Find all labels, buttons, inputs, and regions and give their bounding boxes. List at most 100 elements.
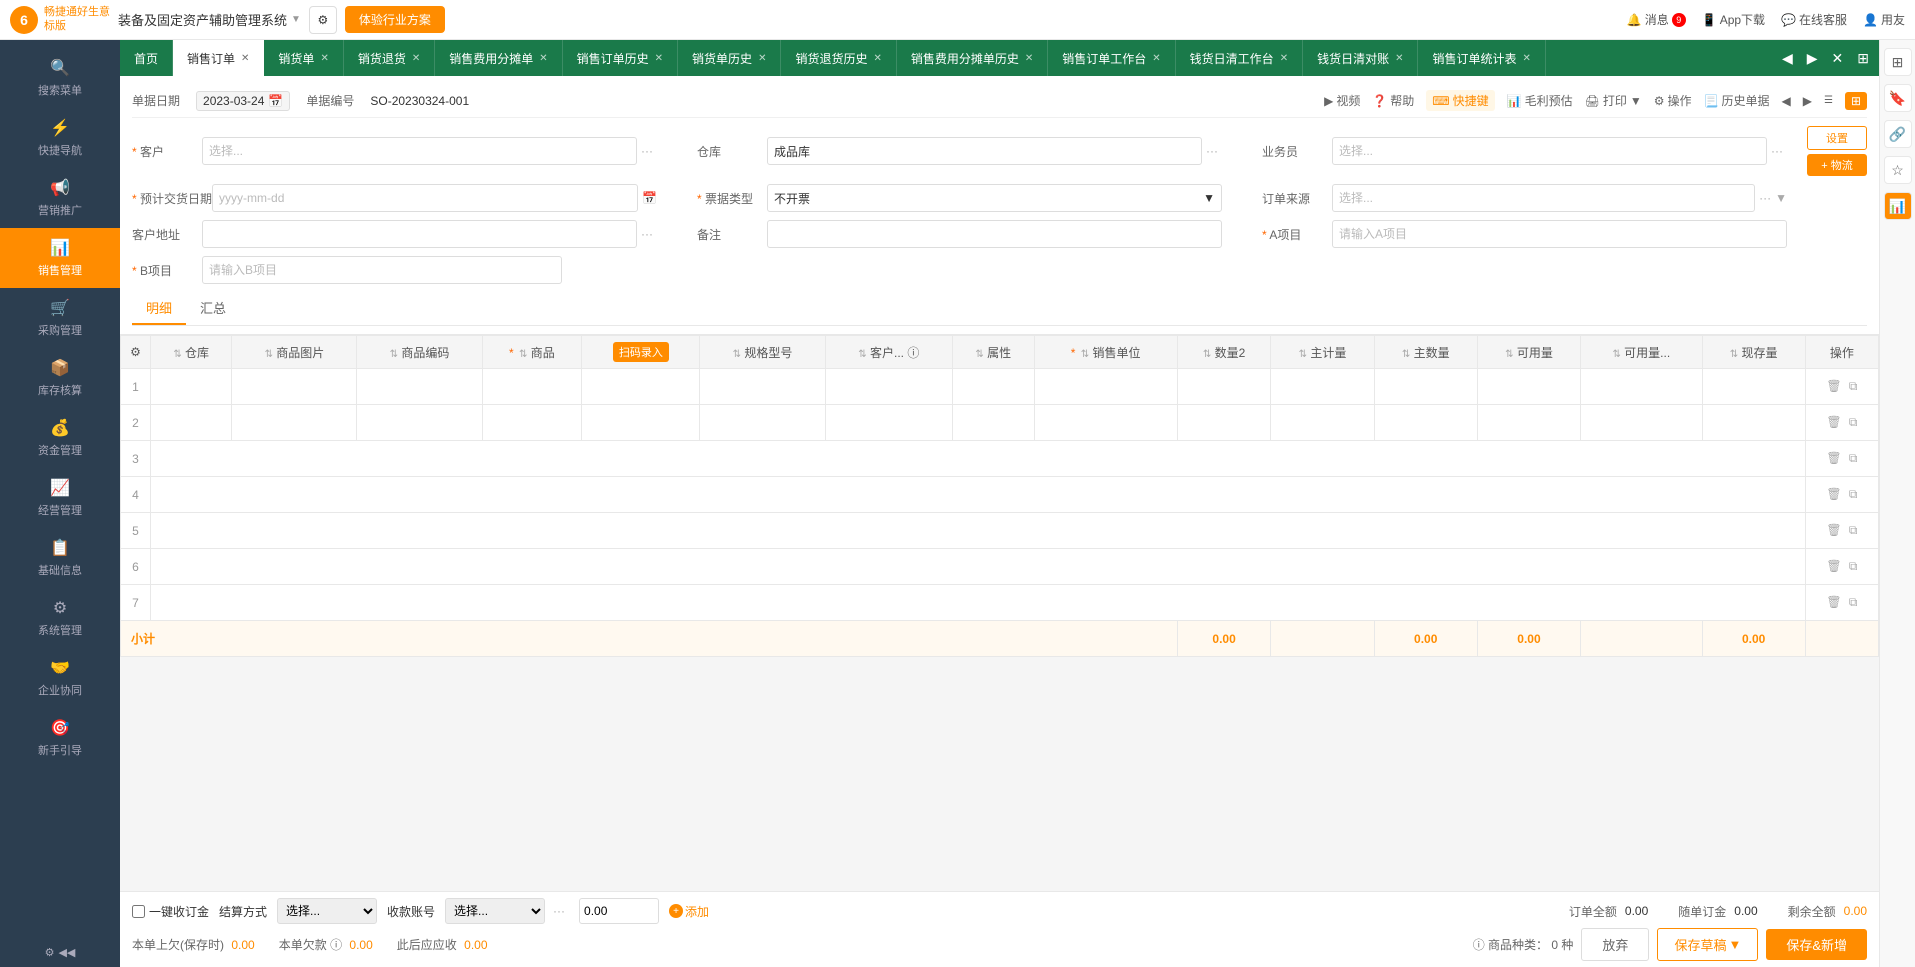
cell-4-empty[interactable] <box>151 477 1806 513</box>
sidebar-item-finance[interactable]: 💰 资金管理 <box>0 408 120 468</box>
address-dots[interactable]: ··· <box>637 227 657 241</box>
tab-order-stats-close[interactable]: ✕ <box>1523 53 1531 64</box>
account-dots[interactable]: ··· <box>549 904 569 918</box>
tab-summary[interactable]: 汇总 <box>186 292 240 325</box>
order-source-dots[interactable]: ··· <box>1755 191 1775 205</box>
online-service-button[interactable]: 💬 在线客服 <box>1781 11 1847 28</box>
next-record-btn[interactable]: ▶ <box>1803 94 1812 108</box>
help-button[interactable]: ❓ 帮助 <box>1372 92 1414 109</box>
address-input[interactable] <box>202 220 637 248</box>
tab-detail[interactable]: 明细 <box>132 292 186 325</box>
right-panel-btn-1[interactable]: ⊞ <box>1884 48 1912 76</box>
cell-6-empty[interactable] <box>151 549 1806 585</box>
cell-1-attr[interactable] <box>953 369 1034 405</box>
cell-1-mainqty[interactable] <box>1374 369 1477 405</box>
cell-2-mainunit[interactable] <box>1271 405 1374 441</box>
tab-return-history-close[interactable]: ✕ <box>873 53 881 64</box>
cell-2-mainqty[interactable] <box>1374 405 1477 441</box>
sidebar-item-nav[interactable]: ⚡ 快捷导航 <box>0 108 120 168</box>
tab-daily-reconcile[interactable]: 钱货日清对账 ✕ <box>1303 40 1418 76</box>
tab-sales-order[interactable]: 销售订单 ✕ <box>173 40 264 76</box>
remark-input[interactable] <box>767 220 1222 248</box>
tab-expense-split-close[interactable]: ✕ <box>539 53 547 64</box>
cell-2-qty2[interactable] <box>1177 405 1271 441</box>
cell-1-avail[interactable] <box>1477 369 1580 405</box>
settings-button[interactable]: ⚙ <box>309 6 337 34</box>
sidebar-item-basic[interactable]: 📋 基础信息 <box>0 528 120 588</box>
shortcuts-button[interactable]: ⌨ 快捷键 <box>1426 90 1494 111</box>
tab-daily-workbench-close[interactable]: ✕ <box>1280 53 1288 64</box>
table-scroll-area[interactable]: ⚙ ⇅ 仓库 ⇅ 商品图片 ⇅ 商品编码 <box>120 335 1879 891</box>
cell-2-warehouse[interactable] <box>151 405 232 441</box>
sidebar-settings[interactable]: ⚙ ◀◀ <box>0 938 120 967</box>
cell-2-scan[interactable] <box>582 405 700 441</box>
delete-icon-4[interactable]: 🗑 <box>1826 487 1841 501</box>
tab-daily-workbench[interactable]: 钱货日清工作台 ✕ <box>1176 40 1303 76</box>
account-select[interactable]: 选择... <box>445 898 545 924</box>
right-panel-btn-5[interactable]: 📊 <box>1884 192 1912 220</box>
delete-icon-5[interactable]: 🗑 <box>1826 523 1841 537</box>
cell-1-qty2[interactable] <box>1177 369 1271 405</box>
tab-expand-icon[interactable]: ⊞ <box>1851 50 1875 67</box>
right-panel-btn-3[interactable]: 🔗 <box>1884 120 1912 148</box>
tab-slip-history-close[interactable]: ✕ <box>758 53 766 64</box>
tab-sales-order-close[interactable]: ✕ <box>241 53 249 64</box>
tab-expense-split[interactable]: 销售费用分摊单 ✕ <box>435 40 562 76</box>
tab-expense-history-close[interactable]: ✕ <box>1025 53 1033 64</box>
sidebar-item-collab[interactable]: 🤝 企业协同 <box>0 648 120 708</box>
tab-daily-reconcile-close[interactable]: ✕ <box>1395 53 1403 64</box>
cell-1-mainunit[interactable] <box>1271 369 1374 405</box>
sidebar-item-inventory[interactable]: 📦 库存核算 <box>0 348 120 408</box>
customer-dots[interactable]: ··· <box>637 144 657 158</box>
copy-icon-5[interactable]: ⧉ <box>1849 523 1858 537</box>
copy-icon-2[interactable]: ⧉ <box>1849 415 1858 429</box>
cell-1-custref[interactable] <box>825 369 953 405</box>
one-click-checkbox[interactable]: 一键收订金 <box>132 903 209 920</box>
list-view-btn[interactable]: ☰ <box>1824 95 1833 106</box>
sidebar-item-sales[interactable]: 📊 销售管理 <box>0 228 120 288</box>
cell-2-img[interactable] <box>232 405 357 441</box>
add-payment-btn[interactable]: + 添加 <box>669 903 709 920</box>
cell-1-code[interactable] <box>357 369 482 405</box>
a-project-input[interactable] <box>1332 220 1787 248</box>
history-button[interactable]: 📃 历史单据 <box>1704 92 1770 109</box>
user-avatar[interactable]: 👤 用友 <box>1863 11 1905 28</box>
app-download-button[interactable]: 📱 App下载 <box>1702 11 1765 28</box>
one-click-check[interactable] <box>132 905 145 918</box>
date-picker[interactable]: 2023-03-24 📅 <box>196 91 290 111</box>
sidebar-item-guide[interactable]: 🎯 新手引导 <box>0 708 120 768</box>
cell-2-avail[interactable] <box>1477 405 1580 441</box>
right-panel-btn-4[interactable]: ☆ <box>1884 156 1912 184</box>
tab-return-history[interactable]: 销货退货历史 ✕ <box>781 40 896 76</box>
cell-2-custref[interactable] <box>825 405 953 441</box>
warehouse-dots[interactable]: ··· <box>1202 144 1222 158</box>
tab-order-history-close[interactable]: ✕ <box>655 53 663 64</box>
cell-1-img[interactable] <box>232 369 357 405</box>
sidebar-item-purchase[interactable]: 🛒 采购管理 <box>0 288 120 348</box>
tab-close-all[interactable]: ✕ <box>1826 50 1850 67</box>
system-title-dropdown[interactable]: 装备及固定资产辅助管理系统 ▼ <box>118 10 301 29</box>
cell-2-code[interactable] <box>357 405 482 441</box>
tab-home[interactable]: 首页 <box>120 40 173 76</box>
profit-button[interactable]: 📊 毛利预估 <box>1507 92 1573 109</box>
salesperson-input[interactable] <box>1332 137 1767 165</box>
cell-1-scan[interactable] <box>582 369 700 405</box>
delete-icon-7[interactable]: 🗑 <box>1826 595 1841 609</box>
operations-button[interactable]: ⚙ 操作 <box>1654 92 1692 109</box>
cell-7-empty[interactable] <box>151 585 1806 621</box>
cell-1-current[interactable] <box>1702 369 1805 405</box>
notification-button[interactable]: 🔔 消息 9 <box>1627 11 1686 28</box>
save-new-button[interactable]: 保存&新增 <box>1766 929 1867 960</box>
cell-5-empty[interactable] <box>151 513 1806 549</box>
prev-record-btn[interactable]: ◀ <box>1782 94 1791 108</box>
tab-sales-slip[interactable]: 销货单 ✕ <box>264 40 343 76</box>
copy-icon-4[interactable]: ⧉ <box>1849 487 1858 501</box>
cell-1-spec[interactable] <box>700 369 825 405</box>
solution-button[interactable]: 体验行业方案 <box>345 6 445 33</box>
delete-icon-1[interactable]: 🗑 <box>1826 379 1841 393</box>
right-panel-btn-2[interactable]: 🔖 <box>1884 84 1912 112</box>
tab-order-workbench[interactable]: 销售订单工作台 ✕ <box>1048 40 1175 76</box>
tab-sales-slip-close[interactable]: ✕ <box>320 53 328 64</box>
cell-1-avail2[interactable] <box>1581 369 1702 405</box>
sidebar-collapse-btn[interactable]: ◀◀ <box>58 946 75 959</box>
